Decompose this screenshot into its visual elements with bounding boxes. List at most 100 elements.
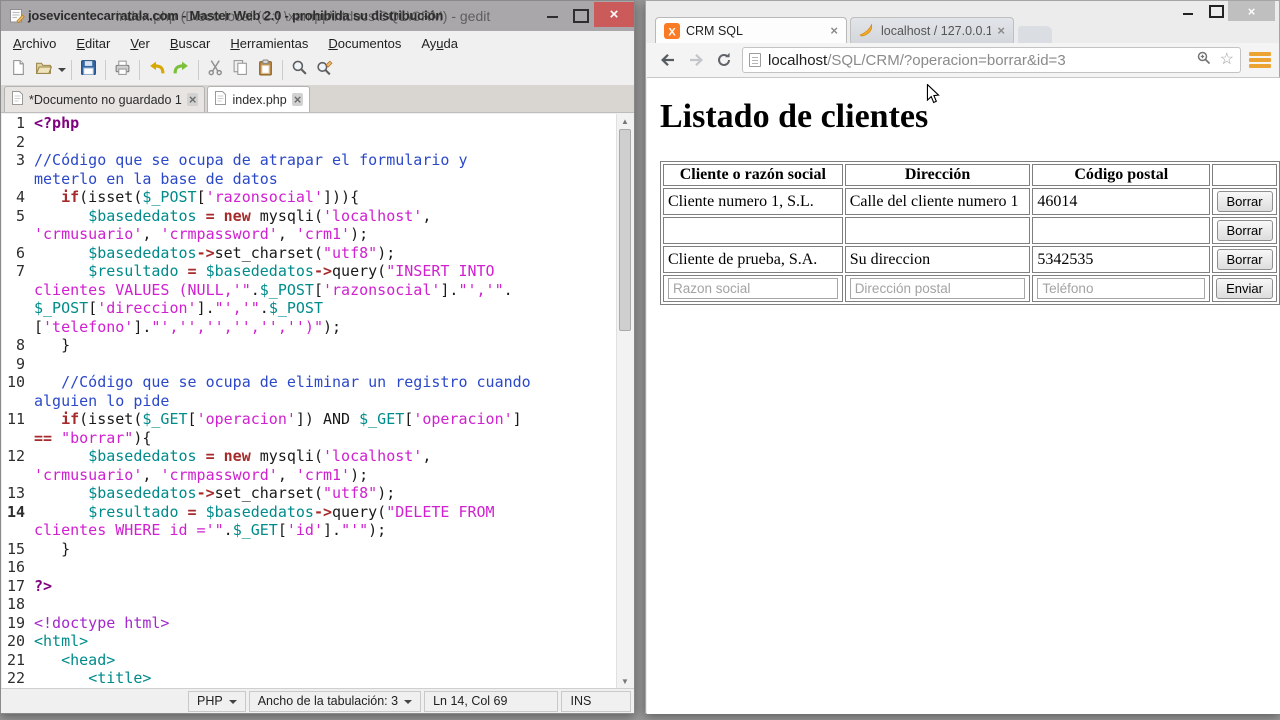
form-cell (1032, 275, 1211, 302)
save-icon (80, 59, 97, 81)
toolbar-separator (282, 60, 283, 80)
table-header-cell: Cliente o razón social (663, 164, 843, 186)
redo-button[interactable] (169, 58, 194, 82)
document-tab[interactable]: *Documento no guardado 1 × (4, 86, 206, 112)
save-button[interactable] (76, 58, 101, 82)
toolbar-separator (105, 60, 106, 80)
line-number: 12 (6, 447, 25, 465)
menu-documentos[interactable]: Documentos (318, 32, 411, 55)
borrar-button[interactable]: Borrar (1216, 249, 1273, 270)
code-text: if(isset($_POST['razonsocial'])){ (61, 188, 360, 206)
undo-icon (148, 59, 165, 81)
paste-icon (257, 59, 274, 81)
forward-button[interactable] (682, 46, 710, 74)
tab-width-selector[interactable]: Ancho de la tabulación: 3 (248, 690, 422, 712)
reload-button[interactable] (710, 46, 738, 74)
menu-buscar[interactable]: Buscar (160, 32, 220, 55)
line-number (2, 170, 34, 189)
scroll-up-arrow[interactable]: ▲ (617, 117, 633, 126)
new-document-icon (10, 59, 27, 81)
menu-ayuda[interactable]: Ayuda (411, 32, 468, 55)
table-row: Cliente numero 1, S.L. Calle del cliente … (663, 188, 1277, 215)
new-document-button[interactable] (6, 58, 31, 82)
new-tab-button[interactable] (1018, 26, 1052, 43)
tab-title: localhost / 127.0.0.1 / crm (881, 23, 992, 38)
scrollbar-thumb[interactable] (619, 129, 631, 331)
code-line: clientes VALUES (NULL,'".$_POST['razonso… (2, 281, 617, 300)
cut-button[interactable] (203, 58, 228, 82)
scroll-down-arrow[interactable]: ▼ (617, 677, 633, 686)
print-button[interactable] (110, 58, 135, 82)
form-row: Enviar (663, 275, 1277, 302)
zoom-icon[interactable] (1196, 50, 1212, 71)
browser-menu-button[interactable] (1249, 51, 1271, 69)
line-number: 13 (6, 484, 25, 502)
code-line: ['telefono']."','','','','','')"); (2, 318, 617, 337)
find-replace-button[interactable] (312, 58, 337, 82)
editor-scrollbar[interactable]: ▲ ▼ (616, 114, 633, 689)
url-text[interactable]: localhost/SQL/CRM/?operacion=borrar&id=3 (768, 52, 1196, 69)
browser-window: × XCRM SQL×localhost / 127.0.0.1 / crm× … (645, 0, 1280, 714)
line-number (2, 521, 34, 540)
line-number: 7 (15, 262, 25, 280)
menu-herramientas[interactable]: Herramientas (220, 32, 318, 55)
tab-label: index.php (232, 92, 287, 107)
menu-archivo[interactable]: Archivo (3, 32, 66, 55)
borrar-button[interactable]: Borrar (1216, 220, 1273, 241)
line-number: 9 (15, 354, 25, 373)
copy-button[interactable] (228, 58, 253, 82)
table-cell (663, 217, 843, 244)
code-line: 19 <!doctype html> (2, 614, 617, 633)
open-dropdown-arrow-icon[interactable] (56, 58, 67, 82)
line-number: 21 (6, 650, 25, 669)
gedit-app-icon (9, 8, 25, 24)
tab-close-icon[interactable]: × (186, 93, 199, 106)
table-cell: Cliente de prueba, S.A. (663, 246, 843, 273)
telefono-input[interactable] (1037, 278, 1206, 299)
close-button[interactable]: × (1228, 1, 1275, 21)
line-number: 18 (6, 595, 25, 613)
razon-social-input[interactable] (668, 278, 838, 299)
bookmark-star-icon[interactable]: ☆ (1220, 52, 1234, 68)
menu-editar[interactable]: Editar (66, 32, 120, 55)
line-number: 22 (6, 669, 25, 687)
code-line: 14 $resultado = $basededatos->query("DEL… (2, 503, 617, 522)
undo-button[interactable] (144, 58, 169, 82)
code-line: 17 ?> (2, 577, 617, 596)
paste-button[interactable] (253, 58, 278, 82)
code-editor[interactable]: 1 <?php 2 3 //Código que se ocupa de atrapar… (2, 114, 617, 689)
document-icon (11, 91, 24, 108)
find-button[interactable] (287, 58, 312, 82)
language-selector[interactable]: PHP (188, 690, 246, 712)
address-bar[interactable]: localhost/SQL/CRM/?operacion=borrar&id=3… (742, 47, 1241, 73)
cursor-position: Ln 14, Col 69 (424, 690, 559, 712)
minimize-button[interactable] (540, 2, 566, 26)
line-number: 17 (6, 576, 25, 595)
borrar-button[interactable]: Borrar (1216, 191, 1273, 212)
enviar-button[interactable]: Enviar (1216, 278, 1273, 299)
document-tab[interactable]: index.php × (207, 86, 311, 112)
maximize-button[interactable] (1202, 1, 1228, 19)
code-text: == "borrar"){ (34, 428, 152, 447)
tab-close-icon[interactable]: × (830, 23, 838, 38)
code-text: ?> (34, 576, 53, 595)
menu-ver[interactable]: Ver (120, 32, 160, 55)
table-header-row: Cliente o razón social Dirección Código po… (663, 164, 1277, 186)
tab-label: *Documento no guardado 1 (29, 92, 182, 107)
code-line: 2 (2, 133, 617, 152)
maximize-button[interactable] (566, 2, 594, 26)
minimize-button[interactable] (1176, 1, 1202, 19)
tab-close-icon[interactable]: × (997, 23, 1005, 38)
back-button[interactable] (654, 46, 682, 74)
code-line: alguien lo pide (2, 392, 617, 411)
close-button[interactable]: × (594, 1, 634, 27)
direccion-input[interactable] (849, 278, 1026, 299)
dropdown-caret-icon (404, 700, 413, 708)
browser-tab[interactable]: localhost / 127.0.0.1 / crm × (850, 17, 1014, 43)
browser-tab[interactable]: X CRM SQL × (655, 17, 847, 43)
status-bar: PHP Ancho de la tabulación: 3 Ln 14, Col… (1, 688, 634, 713)
action-cell: Borrar (1212, 188, 1277, 215)
print-icon (114, 59, 131, 81)
tab-close-icon[interactable]: × (291, 93, 304, 106)
open-button[interactable] (31, 58, 56, 82)
